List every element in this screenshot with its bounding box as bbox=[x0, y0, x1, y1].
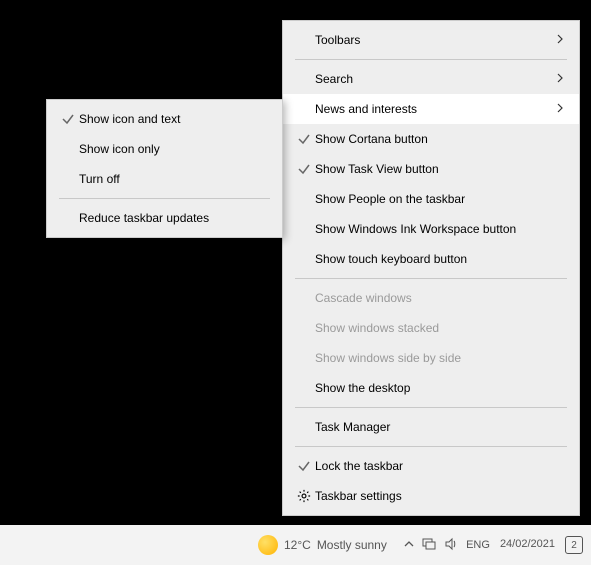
menu-label: Show Cortana button bbox=[315, 132, 565, 146]
submenu-reduce-updates[interactable]: Reduce taskbar updates bbox=[47, 203, 282, 233]
menu-label: Cascade windows bbox=[315, 291, 565, 305]
menu-label: Reduce taskbar updates bbox=[79, 211, 268, 225]
system-tray: ENG 24/02/2021 2 bbox=[404, 536, 583, 554]
menu-label: Show icon only bbox=[79, 142, 268, 156]
check-icon bbox=[57, 112, 79, 126]
menu-cortana[interactable]: Show Cortana button bbox=[283, 124, 579, 154]
sun-icon bbox=[258, 535, 278, 555]
menu-lock-taskbar[interactable]: Lock the taskbar bbox=[283, 451, 579, 481]
menu-label: Show touch keyboard button bbox=[315, 252, 565, 266]
taskbar-context-menu: Toolbars Search News and interests Show … bbox=[282, 20, 580, 516]
menu-stacked: Show windows stacked bbox=[283, 313, 579, 343]
news-interests-submenu: Show icon and text Show icon only Turn o… bbox=[46, 99, 283, 238]
chevron-right-icon bbox=[549, 72, 565, 86]
notif-count: 2 bbox=[571, 540, 577, 551]
separator bbox=[295, 446, 567, 447]
check-icon bbox=[293, 132, 315, 146]
submenu-turn-off[interactable]: Turn off bbox=[47, 164, 282, 194]
menu-label: Task Manager bbox=[315, 420, 565, 434]
menu-label: Taskbar settings bbox=[315, 489, 565, 503]
separator bbox=[59, 198, 270, 199]
submenu-icon-text[interactable]: Show icon and text bbox=[47, 104, 282, 134]
volume-icon[interactable] bbox=[444, 537, 458, 554]
menu-label: Turn off bbox=[79, 172, 268, 186]
menu-label: Show the desktop bbox=[315, 381, 565, 395]
menu-cascade: Cascade windows bbox=[283, 283, 579, 313]
taskbar[interactable]: 12°C Mostly sunny ENG 24/02/2021 2 bbox=[0, 525, 591, 565]
menu-taskview[interactable]: Show Task View button bbox=[283, 154, 579, 184]
menu-people[interactable]: Show People on the taskbar bbox=[283, 184, 579, 214]
separator bbox=[295, 278, 567, 279]
menu-label: Show People on the taskbar bbox=[315, 192, 565, 206]
separator bbox=[295, 407, 567, 408]
menu-label: Search bbox=[315, 72, 549, 86]
notifications-icon[interactable]: 2 bbox=[565, 536, 583, 554]
tray-icons: ENG bbox=[404, 537, 490, 554]
menu-news-interests[interactable]: News and interests bbox=[283, 94, 579, 124]
check-icon bbox=[293, 459, 315, 473]
weather-temp: 12°C bbox=[284, 538, 311, 552]
menu-search[interactable]: Search bbox=[283, 64, 579, 94]
menu-label: Show windows stacked bbox=[315, 321, 565, 335]
menu-label: Show windows side by side bbox=[315, 351, 565, 365]
submenu-icon-only[interactable]: Show icon only bbox=[47, 134, 282, 164]
chevron-up-icon[interactable] bbox=[404, 538, 414, 552]
menu-label: Show Task View button bbox=[315, 162, 565, 176]
date-text: 24/02/2021 bbox=[500, 538, 555, 551]
menu-label: News and interests bbox=[315, 102, 549, 116]
network-icon[interactable] bbox=[422, 537, 436, 554]
menu-taskbar-settings[interactable]: Taskbar settings bbox=[283, 481, 579, 511]
menu-label: Show Windows Ink Workspace button bbox=[315, 222, 565, 236]
menu-label: Lock the taskbar bbox=[315, 459, 565, 473]
gear-icon bbox=[293, 489, 315, 503]
menu-toolbars[interactable]: Toolbars bbox=[283, 25, 579, 55]
menu-label: Toolbars bbox=[315, 33, 549, 47]
weather-widget[interactable]: 12°C Mostly sunny bbox=[258, 535, 387, 555]
chevron-right-icon bbox=[549, 33, 565, 47]
weather-desc: Mostly sunny bbox=[317, 538, 387, 552]
menu-touch-keyboard[interactable]: Show touch keyboard button bbox=[283, 244, 579, 274]
menu-show-desktop[interactable]: Show the desktop bbox=[283, 373, 579, 403]
menu-label: Show icon and text bbox=[79, 112, 268, 126]
chevron-right-icon bbox=[549, 102, 565, 116]
menu-side-by-side: Show windows side by side bbox=[283, 343, 579, 373]
menu-task-manager[interactable]: Task Manager bbox=[283, 412, 579, 442]
separator bbox=[295, 59, 567, 60]
language-indicator[interactable]: ENG bbox=[466, 539, 490, 551]
menu-ink[interactable]: Show Windows Ink Workspace button bbox=[283, 214, 579, 244]
check-icon bbox=[293, 162, 315, 176]
clock-date[interactable]: 24/02/2021 bbox=[500, 538, 555, 551]
